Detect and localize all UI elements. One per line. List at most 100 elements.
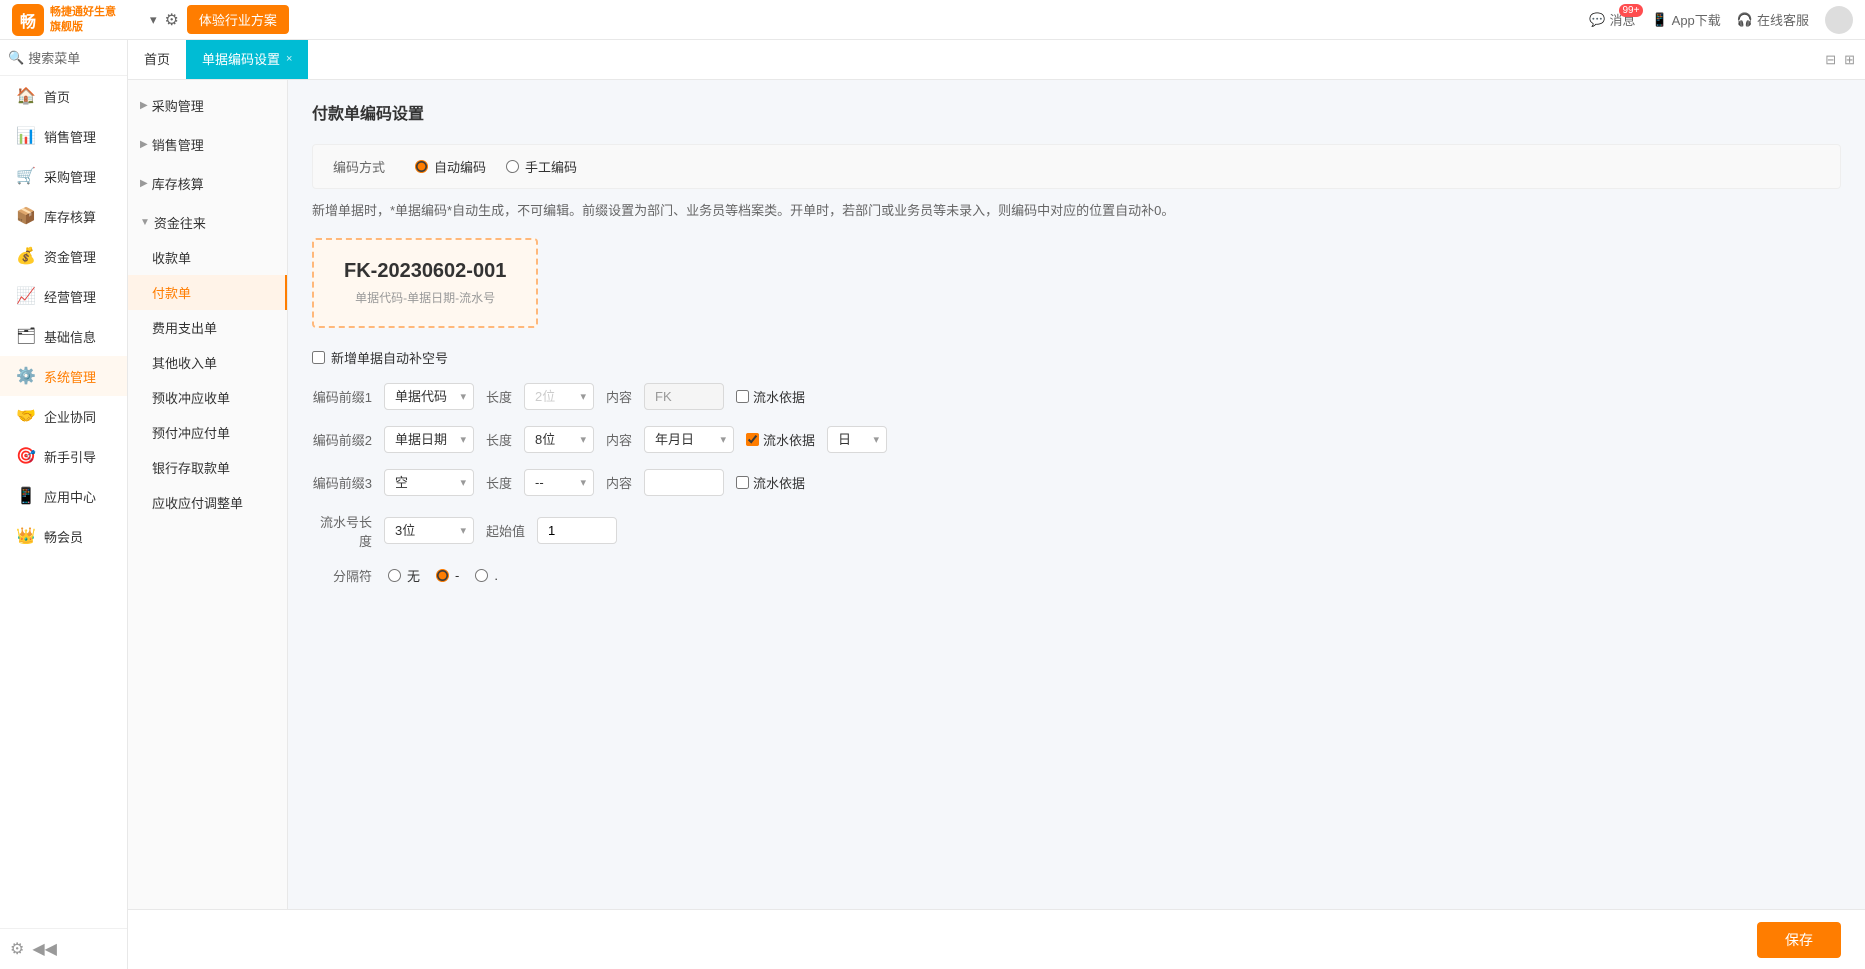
start-value-input[interactable] (537, 517, 617, 544)
sidebar-item-sales[interactable]: 📊 销售管理 (0, 116, 127, 156)
arrow-right-icon: ▶ (140, 100, 148, 111)
separator-dot-input[interactable] (475, 569, 488, 582)
online-service[interactable]: 🎧 在线客服 (1737, 10, 1809, 29)
liushui1-input[interactable] (736, 390, 749, 403)
length2-select[interactable]: 4位 6位 8位 (524, 426, 594, 453)
auto-fill-label[interactable]: 新增单据自动补空号 (331, 348, 448, 367)
length1-select[interactable]: 2位 4位 6位 (524, 383, 594, 410)
system-icon: ⚙️ (16, 366, 36, 386)
sub-item-shoukuan[interactable]: 收款单 (128, 240, 287, 275)
manual-encoding-radio[interactable]: 手工编码 (506, 157, 577, 176)
sidebar-item-system[interactable]: ⚙️ 系统管理 (0, 356, 127, 396)
home-icon: 🏠 (16, 86, 36, 106)
auto-fill-checkbox[interactable] (312, 351, 325, 364)
sub-group-inventory-title[interactable]: ▶ 库存核算 (128, 166, 287, 201)
arrow-down-icon: ▼ (140, 217, 150, 228)
sidebar-item-apps[interactable]: 📱 应用中心 (0, 476, 127, 516)
service-icon: 🎧 (1737, 12, 1753, 28)
separator-row: 分隔符 无 - . (312, 566, 1841, 585)
top-bar: 畅 畅捷通好生意 旗舰版 ▾ ⚙ 体验行业方案 💬 消息 99+ 📱 App下载… (0, 0, 1865, 40)
prefix2-select[interactable]: 单据代码 单据日期 空 (384, 426, 474, 453)
collapse-icon[interactable]: ◀◀ (32, 939, 57, 959)
separator-dash-radio[interactable]: - (436, 568, 459, 583)
sub-item-yuchong-ying[interactable]: 预收冲应收单 (128, 380, 287, 415)
serial-length-select-wrapper: 2位 3位 4位 (384, 517, 474, 544)
settings-bottom-icon[interactable]: ⚙ (10, 939, 24, 959)
sub-item-qita[interactable]: 其他收入单 (128, 345, 287, 380)
logo-icon: 畅 (12, 4, 44, 36)
liushui2-checkbox[interactable]: 流水依据 (746, 430, 815, 449)
sub-group-capital-title[interactable]: ▼ 资金往来 (128, 205, 287, 240)
arrow-right-icon3: ▶ (140, 178, 148, 189)
liushui2-input[interactable] (746, 433, 759, 446)
liushui2-unit-select[interactable]: 日 月 年 (827, 426, 887, 453)
sidebar-item-finance[interactable]: 💰 资金管理 (0, 236, 127, 276)
auto-encoding-radio[interactable]: 自动编码 (415, 157, 486, 176)
sub-item-yinhang[interactable]: 银行存取款单 (128, 450, 287, 485)
separator-label: 分隔符 (312, 566, 372, 585)
content3-label: 内容 (606, 473, 632, 492)
encoding-method-section: 编码方式 自动编码 手工编码 (312, 144, 1841, 189)
serial-length-select[interactable]: 2位 3位 4位 (384, 517, 474, 544)
sub-item-yuchong-fu[interactable]: 预付冲应付单 (128, 415, 287, 450)
prefix3-select[interactable]: 单据代码 单据日期 空 (384, 469, 474, 496)
save-button[interactable]: 保存 (1757, 922, 1841, 958)
length3-select[interactable]: -- (524, 469, 594, 496)
liushui1-checkbox[interactable]: 流水依据 (736, 387, 805, 406)
sidebar-item-inventory[interactable]: 📦 库存核算 (0, 196, 127, 236)
sub-item-feiyong[interactable]: 费用支出单 (128, 310, 287, 345)
arrow-right-icon2: ▶ (140, 139, 148, 150)
manual-encoding-input[interactable] (506, 160, 519, 173)
finance-icon: 💰 (16, 246, 36, 266)
tab-bar: 首页 单据编码设置 × ⊟ ⊞ (128, 40, 1865, 80)
length3-select-wrapper: -- (524, 469, 594, 496)
tab-close-icon[interactable]: × (286, 53, 292, 65)
sub-group-sales-title[interactable]: ▶ 销售管理 (128, 127, 287, 162)
sidebar-item-enterprise[interactable]: 🤝 企业协同 (0, 396, 127, 436)
sidebar-item-operation[interactable]: 📈 经营管理 (0, 276, 127, 316)
message-icon: 💬 (1589, 12, 1605, 28)
prefix2-label: 编码前缀2 (312, 430, 372, 449)
top-bar-center: ▾ ⚙ 体验行业方案 (150, 5, 1579, 34)
separator-none-radio[interactable]: 无 (388, 566, 420, 585)
sidebar: 🔍 搜索菜单 🏠 首页 📊 销售管理 🛒 采购管理 📦 库存核算 💰 资金管理 … (0, 40, 128, 969)
separator-dot-radio[interactable]: . (475, 568, 498, 583)
separator-none-input[interactable] (388, 569, 401, 582)
sub-group-capital: ▼ 资金往来 收款单 付款单 费用支出单 其他收入单 预收冲应收单 预付冲应付单… (128, 205, 287, 520)
operation-icon: 📈 (16, 286, 36, 306)
content2-select[interactable]: 年月日 年月 年 (644, 426, 734, 453)
sidebar-item-guide[interactable]: 🎯 新手引导 (0, 436, 127, 476)
user-avatar[interactable] (1825, 6, 1853, 34)
sub-group-purchase-title[interactable]: ▶ 采购管理 (128, 88, 287, 123)
guide-icon: 🎯 (16, 446, 36, 466)
nav-dropdown[interactable]: ▾ (150, 12, 157, 28)
tab-home[interactable]: 首页 (128, 40, 186, 79)
liushui3-checkbox[interactable]: 流水依据 (736, 473, 805, 492)
sub-item-fukuan[interactable]: 付款单 (128, 275, 287, 310)
sidebar-item-basic[interactable]: 🗂 基础信息 (0, 316, 127, 356)
sub-item-yingshou[interactable]: 应收应付调整单 (128, 485, 287, 520)
message-badge-container[interactable]: 💬 消息 99+ (1589, 10, 1635, 29)
sidebar-item-home[interactable]: 🏠 首页 (0, 76, 127, 116)
sales-icon: 📊 (16, 126, 36, 146)
encoding-row-2: 编码前缀2 单据代码 单据日期 空 长度 4位 6位 8位 (312, 426, 1841, 453)
separator-dash-input[interactable] (436, 569, 449, 582)
prefix1-select[interactable]: 单据代码 单据日期 空 (384, 383, 474, 410)
tab-encoding[interactable]: 单据编码设置 × (186, 40, 308, 79)
settings-icon[interactable]: ⚙ (165, 10, 179, 30)
tab-expand-icon[interactable]: ⊞ (1844, 52, 1855, 68)
sub-group-purchase: ▶ 采购管理 (128, 88, 287, 123)
sub-group-inventory: ▶ 库存核算 (128, 166, 287, 201)
experience-button[interactable]: 体验行业方案 (187, 5, 289, 34)
auto-encoding-input[interactable] (415, 160, 428, 173)
liushui2-unit-wrapper: 日 月 年 (827, 426, 887, 453)
tab-collapse-icon[interactable]: ⊟ (1825, 52, 1836, 68)
app-download[interactable]: 📱 App下载 (1651, 10, 1720, 29)
sidebar-item-purchase[interactable]: 🛒 采购管理 (0, 156, 127, 196)
sidebar-search[interactable]: 🔍 搜索菜单 (0, 40, 127, 76)
liushui3-input[interactable] (736, 476, 749, 489)
content3-input[interactable] (644, 469, 724, 496)
app-icon: 📱 (1651, 12, 1667, 28)
enterprise-icon: 🤝 (16, 406, 36, 426)
sidebar-item-member[interactable]: 👑 畅会员 (0, 516, 127, 556)
